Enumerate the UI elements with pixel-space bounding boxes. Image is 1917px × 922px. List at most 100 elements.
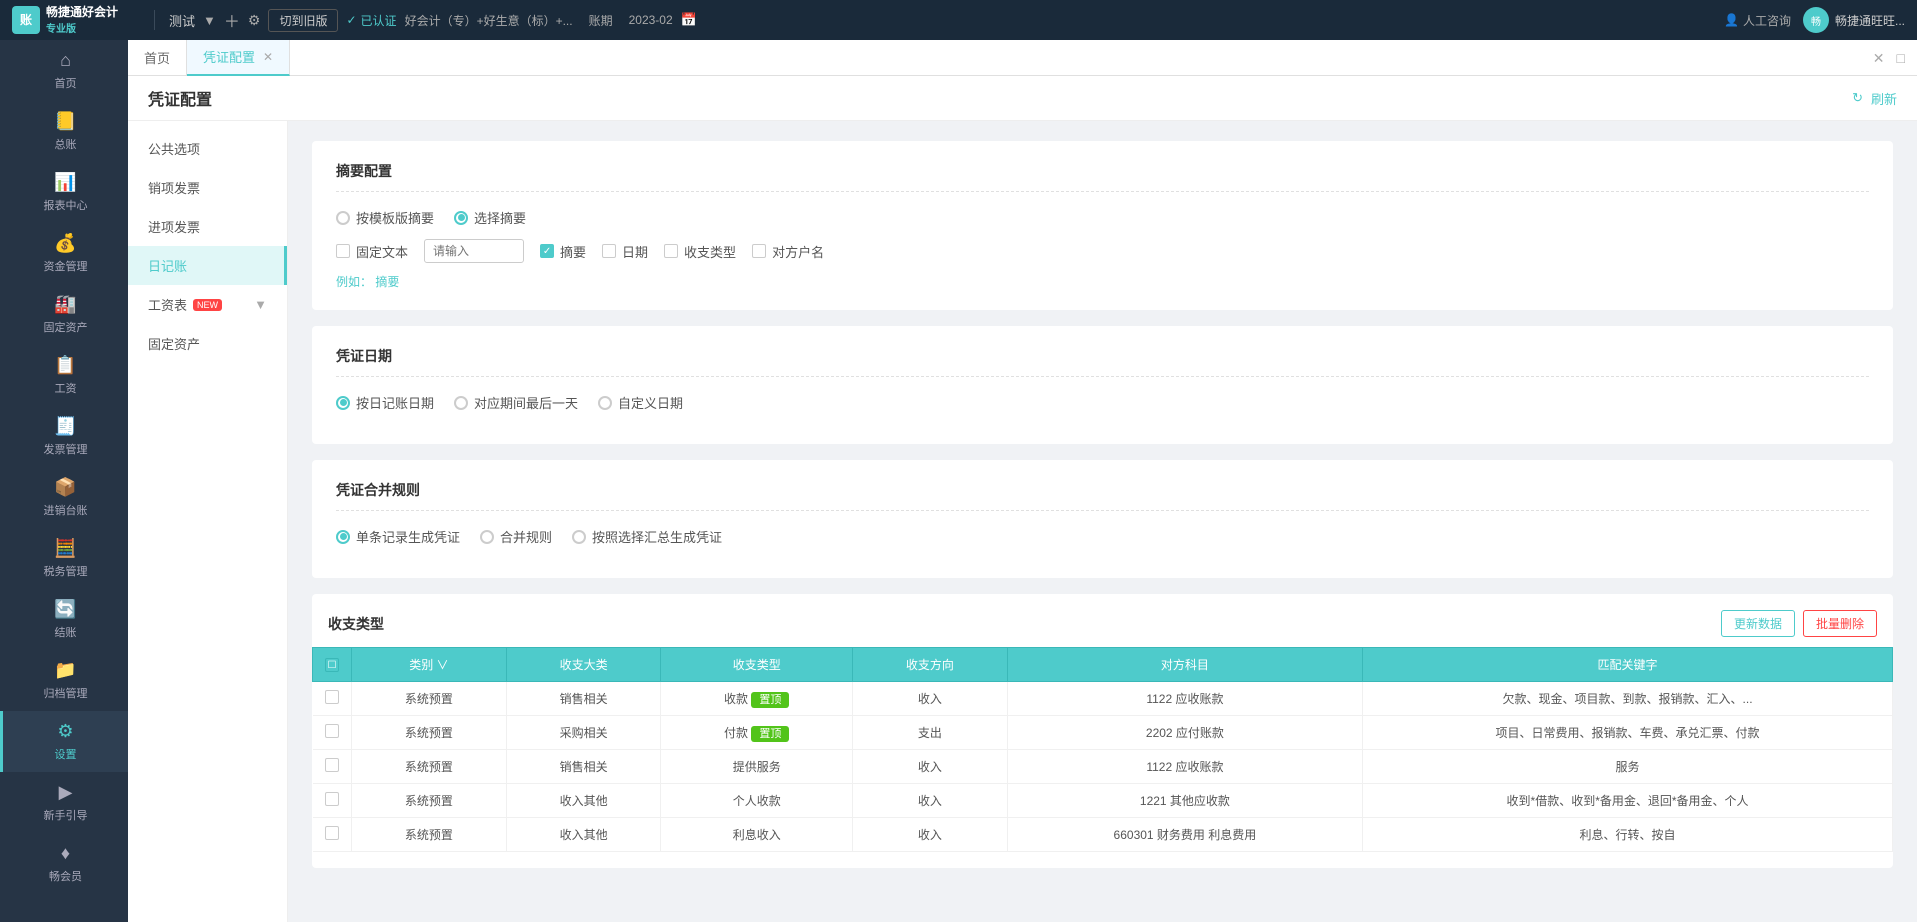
config-content: 摘要配置 按模板版摘要 选择摘要 xyxy=(288,121,1917,922)
sidebar-item-settlement[interactable]: 🔄 结账 xyxy=(0,589,128,650)
checkbox-date-box xyxy=(602,244,616,258)
topbar-gear-icon[interactable]: ⚙ xyxy=(248,12,261,29)
row2-account: 2202 应付账款 xyxy=(1007,716,1362,750)
tab-close-icon[interactable]: ✕ xyxy=(263,50,273,64)
row4-checkbox[interactable] xyxy=(313,784,352,818)
sidebar-item-guide[interactable]: ▶ 新手引导 xyxy=(0,772,128,833)
row2-type: 付款 置顶 xyxy=(661,716,852,750)
th-direction: 收支方向 xyxy=(852,648,1007,682)
row5-major: 收入其他 xyxy=(506,818,661,852)
table-buttons: 更新数据 批量删除 xyxy=(1721,610,1877,637)
settlement-icon: 🔄 xyxy=(54,599,76,620)
batch-delete-button[interactable]: 批量删除 xyxy=(1803,610,1877,637)
row5-direction: 收入 xyxy=(852,818,1007,852)
topbar-add-icon[interactable]: ＋ xyxy=(224,8,240,32)
top-tag-1: 置顶 xyxy=(751,692,789,708)
row3-direction: 收入 xyxy=(852,750,1007,784)
row3-checkbox[interactable] xyxy=(313,750,352,784)
sidebar-item-settings[interactable]: ⚙ 设置 xyxy=(0,711,128,772)
summary-radio-select[interactable]: 选择摘要 xyxy=(454,208,526,227)
sidebar-item-ledger[interactable]: 📒 总账 xyxy=(0,101,128,162)
help-button[interactable]: 👤 人工咨询 xyxy=(1724,12,1791,29)
sidebar-item-report[interactable]: 📊 报表中心 xyxy=(0,162,128,223)
table-row: 系统预置 销售相关 收款 置顶 收入 1122 应收账款 欠款、现金、项目款、到… xyxy=(313,682,1893,716)
row1-type: 收款 置顶 xyxy=(661,682,852,716)
refresh-button[interactable]: ↻ 刷新 xyxy=(1852,89,1897,108)
user-menu[interactable]: 畅 畅捷通旺旺... xyxy=(1803,7,1905,33)
sidebar-item-member[interactable]: ♦ 畅会员 xyxy=(0,833,128,894)
topbar-status: ✓ 已认证 xyxy=(346,12,396,29)
merge-radio-total[interactable]: 按照选择汇总生成凭证 xyxy=(572,527,722,546)
checkbox-summary[interactable]: ✓ 摘要 xyxy=(540,242,586,261)
sidebar-item-fund[interactable]: 💰 资金管理 xyxy=(0,223,128,284)
row5-category: 系统预置 xyxy=(352,818,507,852)
checkbox-counterparty[interactable]: 对方户名 xyxy=(752,242,824,261)
sidebar-item-home[interactable]: ⌂ 首页 xyxy=(0,40,128,101)
config-nav-sales[interactable]: 销项发票 xyxy=(128,168,287,207)
sidebar-item-archive[interactable]: 📁 归档管理 xyxy=(0,650,128,711)
window-maximize-icon[interactable]: □ xyxy=(1897,50,1905,66)
row5-checkbox[interactable] xyxy=(313,818,352,852)
income-section-title: 收支类型 xyxy=(328,614,384,634)
switch-old-version-button[interactable]: 切到旧版 xyxy=(268,9,338,32)
sidebar-item-tax[interactable]: 🧮 税务管理 xyxy=(0,528,128,589)
content-area: 首页 凭证配置 ✕ ✕ □ 凭证配置 ↻ 刷新 公共选项 xyxy=(128,40,1917,922)
tab-voucher[interactable]: 凭证配置 ✕ xyxy=(187,40,290,76)
sidebar-item-invoice[interactable]: 🧾 发票管理 xyxy=(0,406,128,467)
th-checkbox[interactable]: ☐ xyxy=(313,648,352,682)
config-nav-fixed[interactable]: 固定资产 xyxy=(128,324,287,363)
checkbox-type-label: 收支类型 xyxy=(684,242,736,261)
radio-template-circle xyxy=(336,211,350,225)
row2-checkbox[interactable] xyxy=(313,716,352,750)
tab-home[interactable]: 首页 xyxy=(128,40,187,76)
summary-radio-template[interactable]: 按模板版摘要 xyxy=(336,208,434,227)
status-check-icon: ✓ xyxy=(346,13,356,27)
checkbox-fixed-text[interactable]: 固定文本 xyxy=(336,242,408,261)
row4-type: 个人收款 xyxy=(661,784,852,818)
tab-bar-right: ✕ □ xyxy=(1861,40,1917,76)
window-close-icon[interactable]: ✕ xyxy=(1873,50,1885,67)
date-radio-custom[interactable]: 自定义日期 xyxy=(598,393,683,412)
merge-radio-group: 单条记录生成凭证 合并规则 按照选择汇总生成凭证 xyxy=(336,527,1869,546)
table-select-all[interactable]: ☐ xyxy=(325,658,339,672)
logo-text: 畅捷通好会计 专业版 xyxy=(46,5,118,34)
sidebar-label-archive: 归档管理 xyxy=(44,685,88,701)
checkbox-summary-label: 摘要 xyxy=(560,242,586,261)
update-data-button[interactable]: 更新数据 xyxy=(1721,610,1795,637)
sidebar-label-report: 报表中心 xyxy=(44,197,88,213)
config-nav-journal[interactable]: 日记账 xyxy=(128,246,287,285)
sidebar-item-purchase[interactable]: 📦 进销台账 xyxy=(0,467,128,528)
merge-radio-rule[interactable]: 合并规则 xyxy=(480,527,552,546)
row4-account: 1221 其他应收款 xyxy=(1007,784,1362,818)
checkbox-summary-box: ✓ xyxy=(540,244,554,258)
income-table-header-row: 收支类型 更新数据 批量删除 xyxy=(312,610,1893,647)
date-radio-journal[interactable]: 按日记账日期 xyxy=(336,393,434,412)
config-nav-payroll[interactable]: 工资表 NEW ▼ xyxy=(128,285,287,324)
invoice-icon: 🧾 xyxy=(54,416,76,437)
row1-checkbox[interactable] xyxy=(313,682,352,716)
radio-period-last-circle xyxy=(454,396,468,410)
fixed-text-input[interactable] xyxy=(424,239,524,263)
topbar-dropdown-icon[interactable]: ▼ xyxy=(203,13,216,28)
sidebar-item-fixed[interactable]: 🏭 固定资产 xyxy=(0,284,128,345)
checkbox-type[interactable]: 收支类型 xyxy=(664,242,736,261)
row2-direction: 支出 xyxy=(852,716,1007,750)
topbar-test-label: 测试 xyxy=(169,11,195,30)
page-title: 凭证配置 xyxy=(148,86,212,110)
config-nav-purchase[interactable]: 进项发票 xyxy=(128,207,287,246)
radio-single-label: 单条记录生成凭证 xyxy=(356,527,460,546)
radio-select-label: 选择摘要 xyxy=(474,208,526,227)
merge-radio-single[interactable]: 单条记录生成凭证 xyxy=(336,527,460,546)
config-nav-public[interactable]: 公共选项 xyxy=(128,129,287,168)
row2-keywords: 项目、日常费用、报销款、车费、承兑汇票、付款 xyxy=(1363,716,1893,750)
checkbox-date[interactable]: 日期 xyxy=(602,242,648,261)
topbar-calendar-icon[interactable]: 📅 xyxy=(681,12,697,28)
salary-icon: 📋 xyxy=(54,355,76,376)
date-radio-period-last[interactable]: 对应期间最后一天 xyxy=(454,393,578,412)
sidebar-label-fixed: 固定资产 xyxy=(44,319,88,335)
sidebar-label-invoice: 发票管理 xyxy=(44,441,88,457)
sidebar-item-salary[interactable]: 📋 工资 xyxy=(0,345,128,406)
payroll-expand-icon[interactable]: ▼ xyxy=(254,297,267,312)
summary-checkbox-row: 固定文本 ✓ 摘要 日期 收支类型 xyxy=(336,239,1869,263)
sidebar-label-salary: 工资 xyxy=(55,380,77,396)
